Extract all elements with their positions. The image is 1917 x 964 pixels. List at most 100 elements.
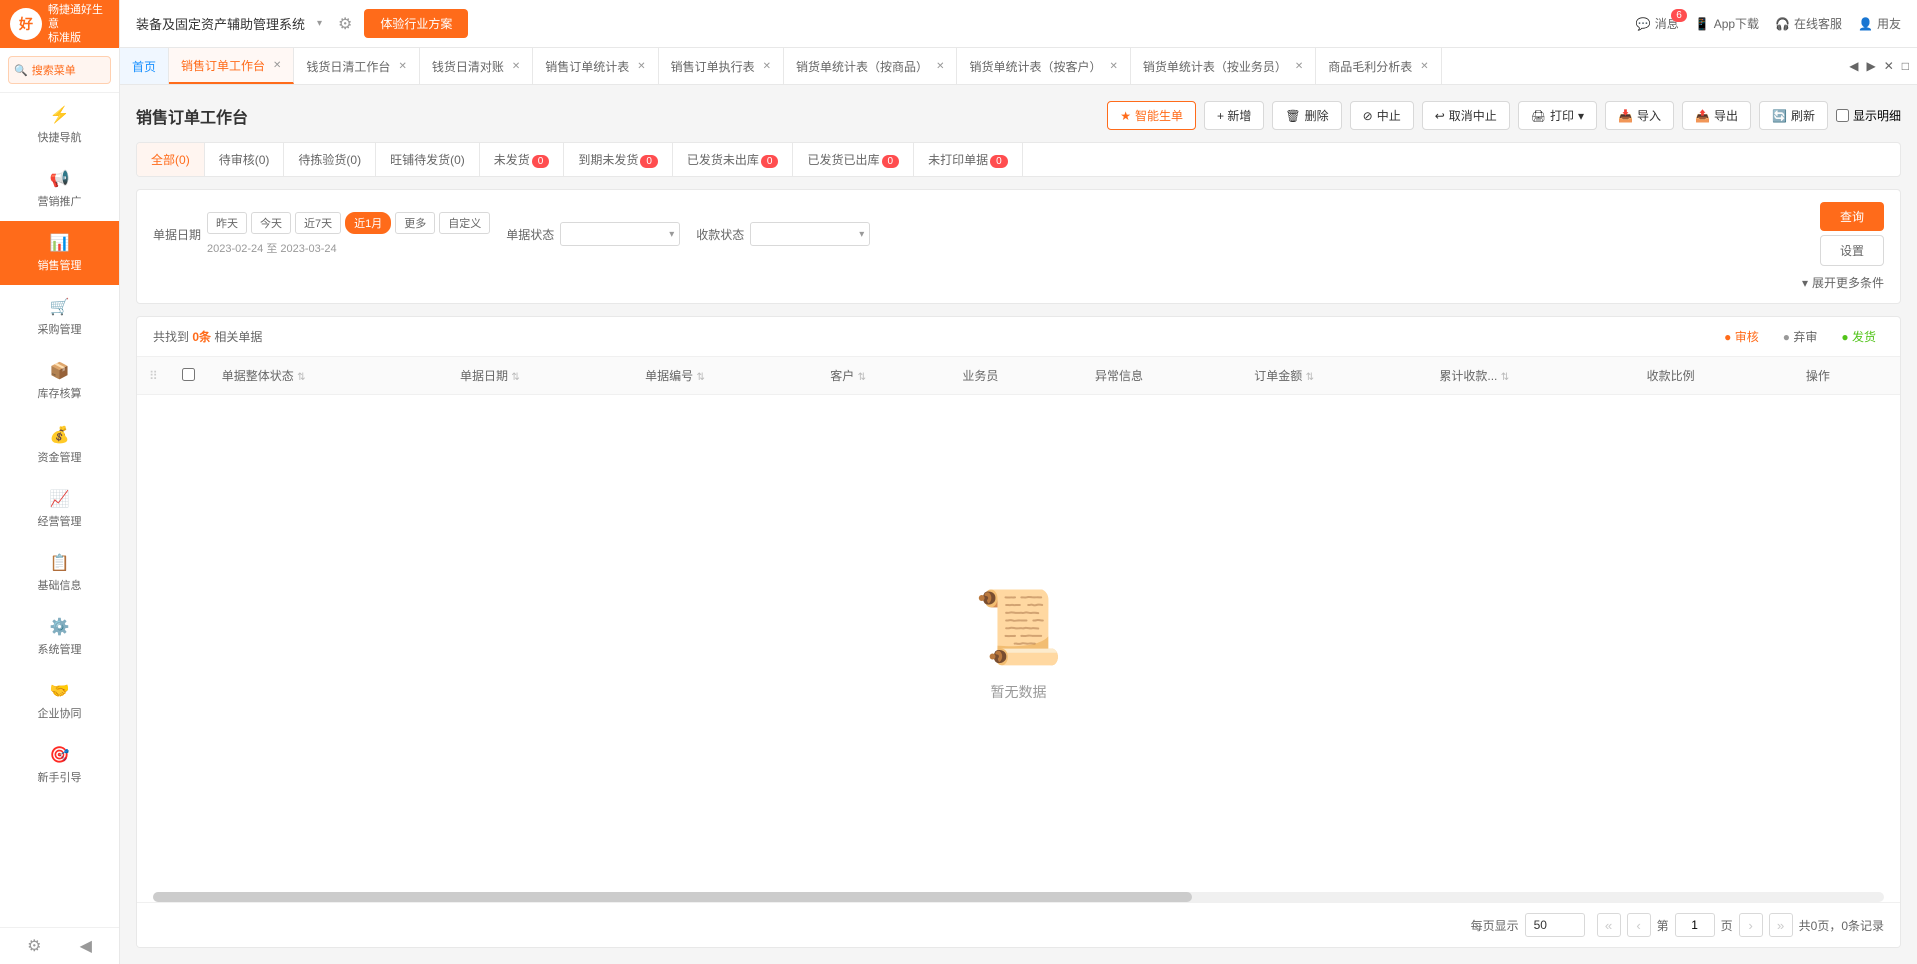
date-btn-today[interactable]: 今天 <box>251 212 291 234</box>
sidebar-item-system[interactable]: ⚙️ 系统管理 <box>0 605 119 669</box>
sub-tab-6[interactable]: 已发货未出库0 <box>673 143 794 176</box>
sidebar-item-enterprise[interactable]: 🤝 企业协同 <box>0 669 119 733</box>
tab-close-sales-stats[interactable]: ✕ <box>637 61 645 72</box>
industry-solution-button[interactable]: 体验行业方案 <box>364 9 468 38</box>
sub-tab-2[interactable]: 待拣验货(0) <box>284 143 376 176</box>
tab-close-sales-exec[interactable]: ✕ <box>763 61 771 72</box>
filter-payment-select[interactable] <box>750 222 870 246</box>
sort-amount-icon[interactable]: ⇅ <box>1306 372 1314 383</box>
tab-close-sales-workbench[interactable]: ✕ <box>273 60 281 71</box>
tab-sales-workbench[interactable]: 销售订单工作台 ✕ <box>169 48 294 84</box>
page-prev-btn[interactable]: ‹ <box>1627 913 1651 937</box>
tab-close-sales-stats-staff[interactable]: ✕ <box>1295 61 1303 72</box>
sidebar-item-quick-nav[interactable]: ⚡ 快捷导航 <box>0 93 119 157</box>
import-button[interactable]: 📥 导入 <box>1605 101 1674 130</box>
tab-bar-actions: ◀ ▶ ✕ □ <box>1841 59 1917 73</box>
sidebar-item-basic-info[interactable]: 📋 基础信息 <box>0 541 119 605</box>
horizontal-scrollbar[interactable] <box>153 892 1884 902</box>
tab-cash-reconcile[interactable]: 钱货日清对账 ✕ <box>420 48 533 84</box>
audit-action-button[interactable]: ● 审核 <box>1716 325 1767 348</box>
cancel-audit-dot: ● <box>1783 330 1790 344</box>
sidebar-item-purchase[interactable]: 🛒 采购管理 <box>0 285 119 349</box>
tab-close-sales-stats-customer[interactable]: ✕ <box>1109 61 1117 72</box>
page-header: 销售订单工作台 ★ 智能生单 + 新增 🗑 删除 ⊘ 中止 ↩ 取消中止 <box>136 101 1901 130</box>
empty-illustration: 📜 <box>974 585 1064 670</box>
sort-number-icon[interactable]: ⇅ <box>696 372 704 383</box>
tab-sales-stats-staff[interactable]: 销货单统计表（按业务员） ✕ <box>1131 48 1316 84</box>
smart-create-button[interactable]: ★ 智能生单 <box>1107 101 1196 130</box>
tab-sales-stats-product[interactable]: 销货单统计表（按商品） ✕ <box>784 48 957 84</box>
sort-status-icon[interactable]: ⇅ <box>297 372 305 383</box>
sort-customer-icon[interactable]: ⇅ <box>858 372 866 383</box>
tab-close-all-icon[interactable]: ✕ <box>1884 59 1894 73</box>
scrollbar-thumb[interactable] <box>153 892 1192 902</box>
filter-settings-button[interactable]: 设置 <box>1820 235 1884 266</box>
tab-close-cash-daily[interactable]: ✕ <box>398 61 406 72</box>
tab-next-icon[interactable]: ▶ <box>1866 59 1875 73</box>
sub-tab-3[interactable]: 旺铺待发货(0) <box>376 143 480 176</box>
system-dropdown-icon[interactable]: ▾ <box>317 18 322 29</box>
tab-sales-stats-customer[interactable]: 销货单统计表（按客户） ✕ <box>957 48 1130 84</box>
top-header: 装备及固定资产辅助管理系统 ▾ ⚙ 体验行业方案 💬 消息 6 📱 App下载 … <box>120 0 1917 48</box>
page-last-btn[interactable]: » <box>1769 913 1793 937</box>
sub-tab-5[interactable]: 到期未发货0 <box>564 143 673 176</box>
filter-expand-button[interactable]: ▾ 展开更多条件 <box>1802 274 1884 291</box>
date-btn-yesterday[interactable]: 昨天 <box>207 212 247 234</box>
tab-sales-stats[interactable]: 销售订单统计表 ✕ <box>533 48 658 84</box>
tab-close-product-margin[interactable]: ✕ <box>1420 61 1428 72</box>
stop-button[interactable]: ⊘ 中止 <box>1350 101 1414 130</box>
date-btn-custom[interactable]: 自定义 <box>439 212 490 234</box>
show-detail-label[interactable]: 显示明细 <box>1836 107 1901 124</box>
tab-prev-icon[interactable]: ◀ <box>1849 59 1858 73</box>
tab-cash-daily[interactable]: 钱货日清工作台 ✕ <box>294 48 419 84</box>
message-icon: 💬 <box>1636 17 1651 31</box>
app-download-item[interactable]: 📱 App下载 <box>1695 15 1759 32</box>
sidebar-item-operations[interactable]: 📈 经营管理 <box>0 477 119 541</box>
export-button[interactable]: 📤 导出 <box>1682 101 1751 130</box>
tab-product-margin[interactable]: 商品毛利分析表 ✕ <box>1316 48 1441 84</box>
refresh-button[interactable]: 🔄 刷新 <box>1759 101 1828 130</box>
date-btn-1month[interactable]: 近1月 <box>345 212 391 234</box>
col-actions: 操作 <box>1794 357 1900 395</box>
sidebar-item-finance[interactable]: 💰 资金管理 <box>0 413 119 477</box>
show-detail-checkbox[interactable] <box>1836 109 1849 122</box>
sub-tab-4[interactable]: 未发货0 <box>480 143 565 176</box>
page-next-btn[interactable]: › <box>1739 913 1763 937</box>
sub-tab-8[interactable]: 未打印单据0 <box>914 143 1023 176</box>
cancel-stop-button[interactable]: ↩ 取消中止 <box>1422 101 1510 130</box>
tab-close-cash-reconcile[interactable]: ✕ <box>512 61 520 72</box>
tab-close-sales-stats-product[interactable]: ✕ <box>936 61 944 72</box>
sidebar-item-guide[interactable]: 🎯 新手引导 <box>0 733 119 797</box>
tab-maximize-icon[interactable]: □ <box>1902 59 1909 73</box>
filter-status-select[interactable] <box>560 222 680 246</box>
sidebar-item-inventory[interactable]: 📦 库存核算 <box>0 349 119 413</box>
sub-tab-1[interactable]: 待审核(0) <box>205 143 285 176</box>
sidebar-collapse-icon[interactable]: ◀ <box>80 936 92 956</box>
settings-icon[interactable]: ⚙ <box>338 14 352 34</box>
delete-button[interactable]: 🗑 删除 <box>1272 101 1341 130</box>
sidebar-item-marketing[interactable]: 📢 营销推广 <box>0 157 119 221</box>
sort-collected-icon[interactable]: ⇅ <box>1501 372 1509 383</box>
message-icon-item[interactable]: 💬 消息 6 <box>1636 15 1679 32</box>
sub-tab-7[interactable]: 已发货已出库0 <box>793 143 914 176</box>
ship-action-button[interactable]: ● 发货 <box>1833 325 1884 348</box>
page-number-input[interactable] <box>1675 913 1715 937</box>
sort-date-icon[interactable]: ⇅ <box>511 372 519 383</box>
print-button[interactable]: 🖨 打印 ▾ <box>1518 101 1597 130</box>
select-all-checkbox[interactable] <box>182 368 195 381</box>
sidebar-item-sales[interactable]: 📊 销售管理 <box>0 221 119 285</box>
page-first-btn[interactable]: « <box>1597 913 1621 937</box>
query-button[interactable]: 查询 <box>1820 202 1884 231</box>
search-menu-button[interactable]: 🔍 搜索菜单 <box>8 56 111 84</box>
sub-tab-0[interactable]: 全部(0) <box>137 143 205 176</box>
tab-home[interactable]: 首页 <box>120 48 169 84</box>
online-service-item[interactable]: 🎧 在线客服 <box>1775 15 1842 32</box>
sidebar-settings-icon[interactable]: ⚙ <box>27 936 41 956</box>
date-btn-more[interactable]: 更多 <box>395 212 435 234</box>
page-size-select[interactable]: 50 10 20 100 <box>1525 913 1585 937</box>
date-btn-7days[interactable]: 近7天 <box>295 212 341 234</box>
tab-sales-exec[interactable]: 销售订单执行表 ✕ <box>659 48 784 84</box>
add-button[interactable]: + 新增 <box>1204 101 1264 130</box>
cancel-audit-action-button[interactable]: ● 弃审 <box>1775 325 1826 348</box>
user-item[interactable]: 👤 用友 <box>1858 15 1901 32</box>
